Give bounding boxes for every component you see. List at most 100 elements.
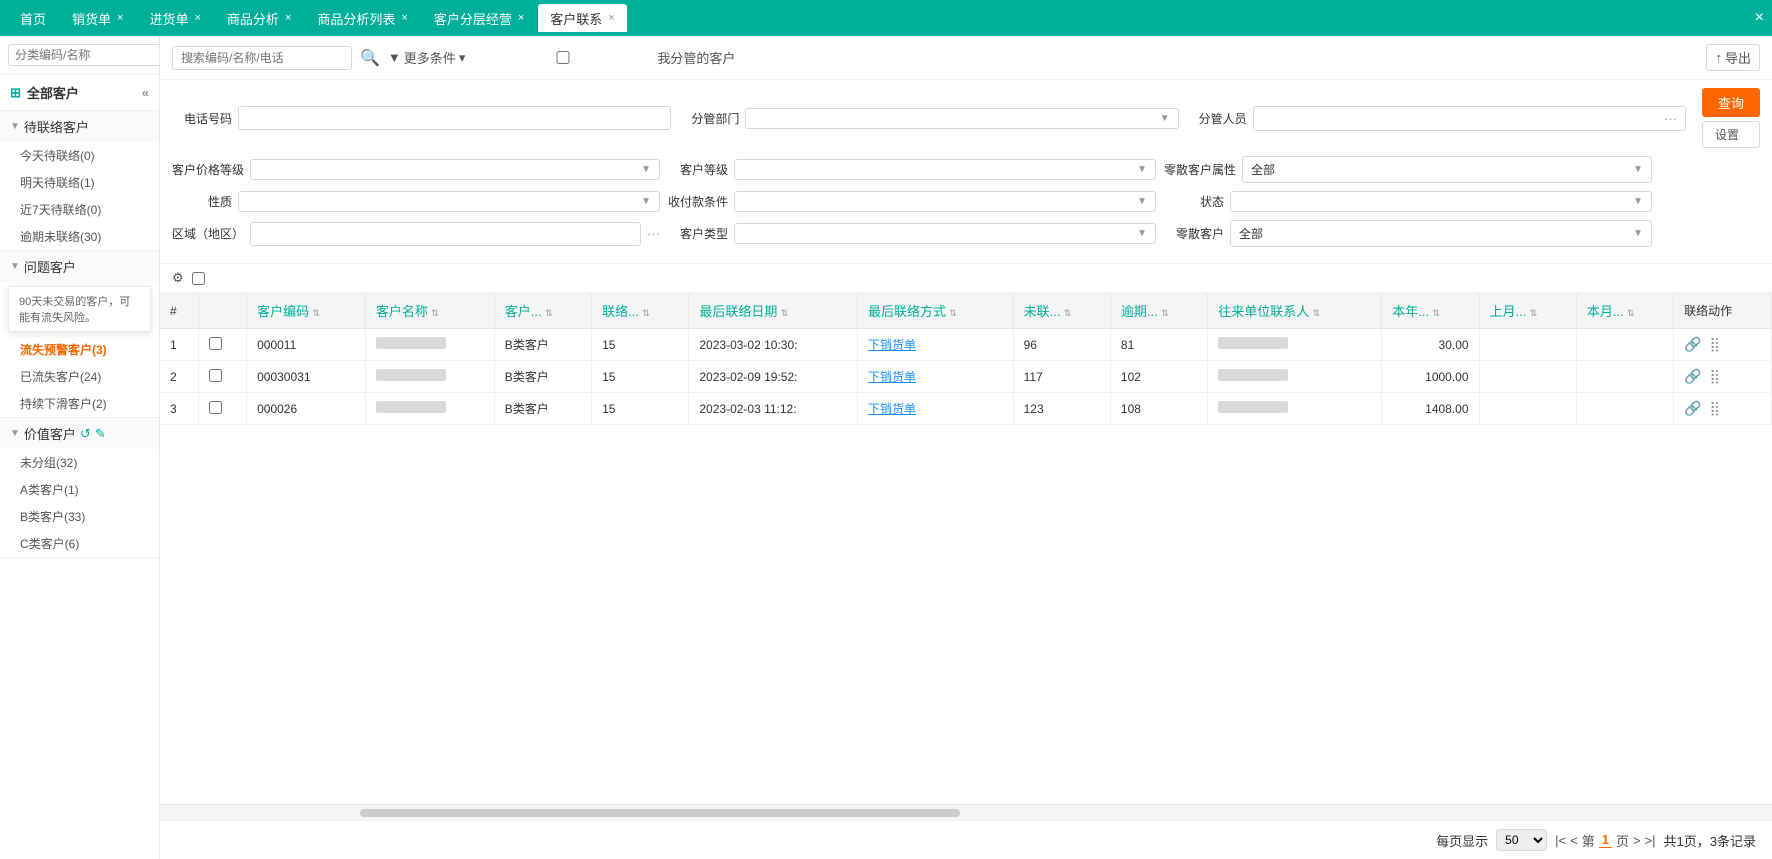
action-link-icon-1[interactable]: 🔗 bbox=[1684, 368, 1701, 385]
payment-chevron-icon: ▼ bbox=[1137, 196, 1147, 207]
customer-level-select[interactable]: ▼ bbox=[734, 159, 1156, 180]
col-year-amt[interactable]: 本年... ⇅ bbox=[1382, 293, 1479, 329]
col-not-contact[interactable]: 未联... ⇅ bbox=[1013, 293, 1110, 329]
window-close-btn[interactable]: × bbox=[1755, 9, 1764, 27]
search-button[interactable]: 🔍 bbox=[360, 48, 380, 68]
col-last-month-amt[interactable]: 上月... ⇅ bbox=[1479, 293, 1576, 329]
action-link-icon-2[interactable]: 🔗 bbox=[1684, 400, 1701, 417]
sidebar-all-customers-header[interactable]: ⊞ 全部客户 « bbox=[0, 75, 159, 111]
nature-select[interactable]: ▼ bbox=[238, 191, 660, 212]
tab-customer-contact[interactable]: 客户联系 × bbox=[538, 4, 626, 32]
col-last-method[interactable]: 最后联络方式 ⇅ bbox=[857, 293, 1013, 329]
sidebar-item-b-class[interactable]: B类客户(33) bbox=[0, 503, 159, 530]
tab-purchase[interactable]: 进货单 × bbox=[137, 4, 212, 32]
filter-payment: 收付款条件 ▼ bbox=[668, 191, 1156, 212]
table-row: 3 000026 B类客户 15 2023-02-03 11:12: 下销货单 … bbox=[160, 393, 1772, 425]
settings-button[interactable]: 设置 bbox=[1702, 121, 1760, 148]
tab-goods-list[interactable]: 商品分析列表 × bbox=[305, 4, 419, 32]
horizontal-scrollbar[interactable] bbox=[160, 804, 1772, 820]
sidebar-item-a-class[interactable]: A类客户(1) bbox=[0, 476, 159, 503]
select-all-checkbox[interactable] bbox=[192, 272, 205, 285]
region-input[interactable] bbox=[250, 222, 641, 246]
col-name[interactable]: 客户名称 ⇅ bbox=[365, 293, 494, 329]
sidebar-item-declining[interactable]: 持续下滑客户(2) bbox=[0, 390, 159, 417]
region-dots[interactable]: ··· bbox=[647, 226, 660, 241]
col-contact-num[interactable]: 联络... ⇅ bbox=[592, 293, 689, 329]
cell-this-month-amt bbox=[1576, 361, 1673, 393]
retail-customer-select[interactable]: 全部 ▼ bbox=[1230, 220, 1652, 247]
edit-icon[interactable]: ✎ bbox=[95, 426, 106, 442]
tab-sales[interactable]: 销货单 × bbox=[60, 4, 135, 32]
search-input[interactable] bbox=[172, 46, 352, 70]
sidebar-section-pending-header[interactable]: ▼ 待联络客户 bbox=[0, 111, 159, 142]
collapse-icon[interactable]: « bbox=[142, 85, 149, 100]
col-type[interactable]: 客户... ⇅ bbox=[494, 293, 591, 329]
row-checkbox-1[interactable] bbox=[209, 369, 222, 382]
phone-input[interactable] bbox=[238, 106, 671, 130]
tab-customer-layer[interactable]: 客户分层经营 × bbox=[422, 4, 536, 32]
table-row: 2 00030031 B类客户 15 2023-02-09 19:52: 下销货… bbox=[160, 361, 1772, 393]
export-button[interactable]: ↑ 导出 bbox=[1706, 44, 1760, 71]
row-checkbox-2[interactable] bbox=[209, 401, 222, 414]
sidebar-item-overdue-contact[interactable]: 逾期未联络(30) bbox=[0, 223, 159, 250]
sidebar-item-7days[interactable]: 近7天待联络(0) bbox=[0, 196, 159, 223]
pagination-bar: 每页显示 50 100 200 |< < 第 1 页 > >| 共1页，3条记录 bbox=[160, 820, 1772, 859]
sidebar-item-churned[interactable]: 已流失客户(24) bbox=[0, 363, 159, 390]
action-more-icon-0[interactable]: ⣿ bbox=[1710, 336, 1720, 353]
filter-dept: 分管部门 ▼ bbox=[679, 108, 1178, 129]
sidebar-item-c-class[interactable]: C类客户(6) bbox=[0, 530, 159, 557]
tab-home[interactable]: 首页 bbox=[8, 9, 58, 28]
refresh-icon[interactable]: ↺ bbox=[80, 426, 91, 442]
close-customer-contact-tab[interactable]: × bbox=[608, 12, 614, 24]
arrow-icon: ▼ bbox=[10, 121, 20, 132]
sidebar-item-tomorrow[interactable]: 明天待联络(1) bbox=[0, 169, 159, 196]
filter-row-1: 电话号码 分管部门 ▼ 分管人员 ··· bbox=[172, 88, 1760, 148]
sidebar-section-pending: ▼ 待联络客户 今天待联络(0) 明天待联络(1) 近7天待联络(0) 逾期未联… bbox=[0, 111, 159, 251]
cell-action: 🔗 ⣿ bbox=[1674, 393, 1772, 425]
manager-dots[interactable]: ··· bbox=[1664, 111, 1677, 126]
status-select[interactable]: ▼ bbox=[1230, 191, 1652, 212]
page-nav: |< < 第 1 页 > >| bbox=[1555, 831, 1655, 850]
close-goods-analysis-tab[interactable]: × bbox=[285, 12, 291, 24]
col-contact2[interactable]: 往来单位联系人 ⇅ bbox=[1208, 293, 1382, 329]
dept-select[interactable]: ▼ bbox=[745, 108, 1178, 129]
query-button[interactable]: 查询 bbox=[1702, 88, 1760, 117]
cell-last-date: 2023-03-02 10:30: bbox=[689, 329, 858, 361]
manager-select[interactable]: ··· bbox=[1253, 106, 1686, 131]
my-customer-checkbox[interactable] bbox=[473, 51, 653, 64]
first-page-btn[interactable]: |< bbox=[1555, 833, 1566, 848]
col-last-date[interactable]: 最后联络日期 ⇅ bbox=[689, 293, 858, 329]
customer-type-select[interactable]: ▼ bbox=[734, 223, 1156, 244]
next-page-btn[interactable]: > bbox=[1633, 833, 1641, 848]
sidebar-item-churn-warning[interactable]: 流失预警客户(3) bbox=[0, 336, 159, 363]
retail-attr-select[interactable]: 全部 ▼ bbox=[1242, 156, 1652, 183]
sidebar-section-problem-header[interactable]: ▼ 问题客户 bbox=[0, 251, 159, 282]
per-page-select[interactable]: 50 100 200 bbox=[1496, 829, 1547, 851]
action-more-icon-2[interactable]: ⣿ bbox=[1710, 400, 1720, 417]
current-page-number: 1 bbox=[1599, 832, 1612, 848]
sidebar-section-value-header[interactable]: ▼ 价值客户 ↺ ✎ bbox=[0, 418, 159, 449]
action-more-icon-1[interactable]: ⣿ bbox=[1710, 368, 1720, 385]
close-goods-list-tab[interactable]: × bbox=[401, 12, 407, 24]
more-conditions-toggle[interactable]: ▼ 更多条件 ▾ bbox=[388, 48, 465, 67]
col-code[interactable]: 客户编码 ⇅ bbox=[247, 293, 366, 329]
price-level-select[interactable]: ▼ bbox=[250, 159, 660, 180]
sidebar-search-input[interactable] bbox=[8, 44, 160, 66]
col-overdue[interactable]: 逾期... ⇅ bbox=[1110, 293, 1207, 329]
cell-not-contact: 96 bbox=[1013, 329, 1110, 361]
last-page-btn[interactable]: >| bbox=[1645, 833, 1656, 848]
retail-customer-chevron-icon: ▼ bbox=[1633, 228, 1643, 239]
action-link-icon-0[interactable]: 🔗 bbox=[1684, 336, 1701, 353]
settings-icon[interactable]: ⚙ bbox=[172, 270, 184, 286]
close-customer-layer-tab[interactable]: × bbox=[518, 12, 524, 24]
sidebar-item-ungroup[interactable]: 未分组(32) bbox=[0, 449, 159, 476]
sidebar-item-today[interactable]: 今天待联络(0) bbox=[0, 142, 159, 169]
prev-page-btn[interactable]: < bbox=[1570, 833, 1578, 848]
payment-select[interactable]: ▼ bbox=[734, 191, 1156, 212]
row-checkbox-0[interactable] bbox=[209, 337, 222, 350]
col-this-month-amt[interactable]: 本月... ⇅ bbox=[1576, 293, 1673, 329]
close-purchase-tab[interactable]: × bbox=[194, 12, 200, 24]
close-sales-tab[interactable]: × bbox=[117, 12, 123, 24]
tab-goods-analysis[interactable]: 商品分析 × bbox=[215, 4, 303, 32]
cell-type: B类客户 bbox=[494, 393, 591, 425]
